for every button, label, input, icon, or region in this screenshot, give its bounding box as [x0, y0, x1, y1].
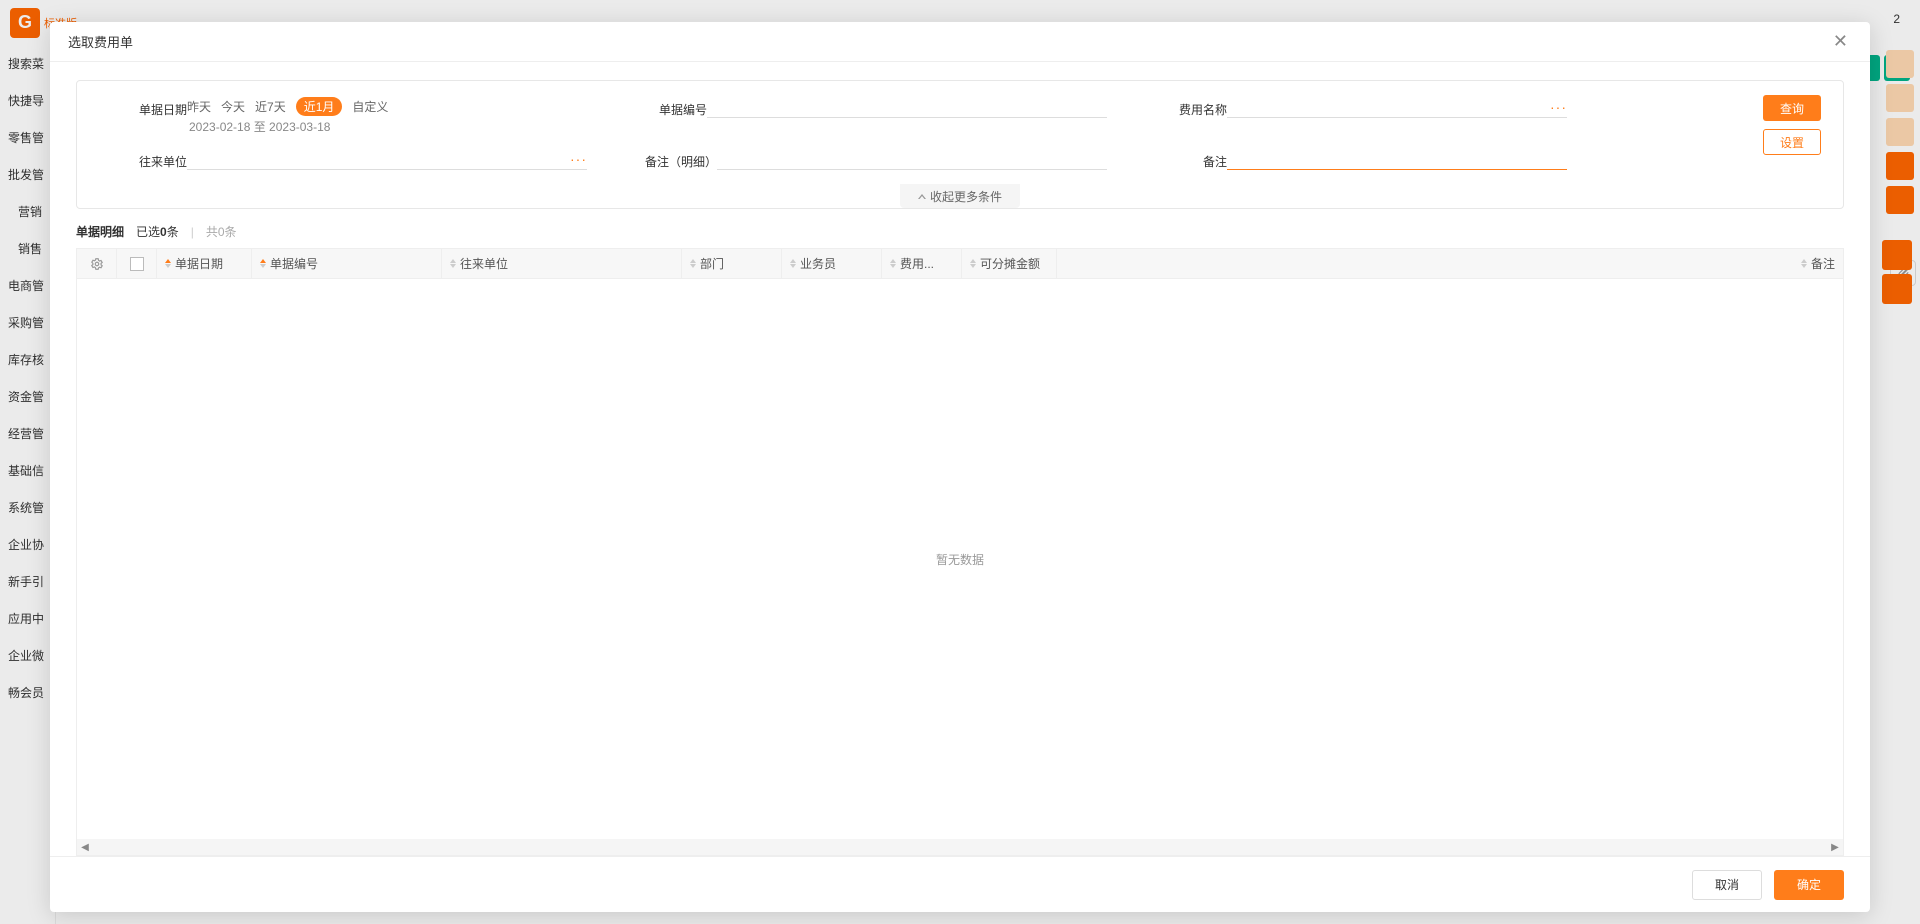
- doc-no-input[interactable]: [707, 97, 1107, 118]
- date-range-text: 2023-02-18 至 2023-03-18: [189, 118, 587, 135]
- sort-desc-icon: [790, 264, 796, 268]
- sort-asc-icon: [260, 259, 266, 263]
- sort-asc-icon: [690, 259, 696, 263]
- col-doc-date[interactable]: 单据日期: [157, 249, 252, 278]
- sort-desc-icon: [970, 264, 976, 268]
- fee-name-more-icon[interactable]: ···: [1550, 99, 1567, 115]
- confirm-button[interactable]: 确定: [1774, 870, 1844, 900]
- party-input[interactable]: [187, 149, 587, 170]
- modal-header: 选取费用单 ✕: [50, 22, 1870, 62]
- filter-actions: 查询 设置: [1763, 95, 1821, 155]
- detail-title: 单据明细: [76, 223, 124, 240]
- scroll-left-icon[interactable]: ◀: [79, 841, 91, 853]
- close-icon[interactable]: ✕: [1829, 31, 1852, 52]
- remark-label: 备注: [1147, 149, 1227, 170]
- table-settings-icon[interactable]: [77, 249, 117, 278]
- date-quick-lastmonth[interactable]: 近1月: [296, 97, 343, 116]
- sort-asc-icon: [790, 259, 796, 263]
- date-quick-custom[interactable]: 自定义: [352, 98, 388, 115]
- remark-input[interactable]: [1227, 149, 1567, 170]
- col-dept[interactable]: 部门: [682, 249, 782, 278]
- select-fee-modal: 选取费用单 ✕ 查询 设置 单据日期 昨天 今天: [50, 22, 1870, 912]
- party-more-icon[interactable]: ···: [570, 151, 587, 167]
- remark-detail-label: 备注（明细）: [627, 149, 717, 170]
- date-quick-picker: 昨天 今天 近7天 近1月 自定义: [187, 97, 587, 116]
- col-fee[interactable]: 费用...: [882, 249, 962, 278]
- fee-name-label: 费用名称: [1147, 97, 1227, 118]
- filter-remark: 备注: [1147, 149, 1567, 170]
- doc-no-label: 单据编号: [627, 97, 707, 118]
- date-quick-yesterday[interactable]: 昨天: [187, 98, 211, 115]
- modal-body: 查询 设置 单据日期 昨天 今天 近7天 近1月 自定义: [50, 62, 1870, 856]
- date-quick-today[interactable]: 今天: [221, 98, 245, 115]
- chevron-up-icon: [918, 194, 926, 199]
- filter-doc-no: 单据编号: [627, 97, 1107, 118]
- sort-desc-icon: [1801, 264, 1807, 268]
- date-quick-last7[interactable]: 近7天: [255, 98, 286, 115]
- horizontal-scrollbar[interactable]: ◀ ▶: [77, 839, 1843, 855]
- sort-desc-icon: [690, 264, 696, 268]
- sort-asc-icon: [1801, 259, 1807, 263]
- settings-button[interactable]: 设置: [1763, 129, 1821, 155]
- total-count: 共0条: [206, 223, 237, 240]
- modal-overlay: 选取费用单 ✕ 查询 设置 单据日期 昨天 今天: [0, 0, 1920, 924]
- filter-doc-date: 单据日期 昨天 今天 近7天 近1月 自定义 2023-02-18 至 2023…: [107, 97, 587, 135]
- doc-date-label: 单据日期: [107, 97, 187, 118]
- col-doc-code[interactable]: 单据编号: [252, 249, 442, 278]
- filter-remark-detail: 备注（明细）: [627, 149, 1107, 170]
- sort-asc-icon: [970, 259, 976, 263]
- modal-footer: 取消 确定: [50, 856, 1870, 912]
- selected-count: 已选0条: [136, 223, 179, 240]
- fee-name-input[interactable]: [1227, 97, 1567, 118]
- collapse-label: 收起更多条件: [930, 188, 1002, 205]
- filter-party: 往来单位 ···: [107, 149, 587, 170]
- col-partner[interactable]: 往来单位: [442, 249, 682, 278]
- table-empty: 暂无数据: [77, 279, 1843, 839]
- sort-asc-icon: [450, 259, 456, 263]
- scroll-right-icon[interactable]: ▶: [1829, 841, 1841, 853]
- sort-desc-icon: [260, 264, 266, 268]
- filter-panel: 查询 设置 单据日期 昨天 今天 近7天 近1月 自定义: [76, 80, 1844, 209]
- detail-header: 单据明细 已选0条 | 共0条: [76, 223, 1844, 240]
- filter-fee-name: 费用名称 ···: [1147, 97, 1567, 118]
- scroll-track[interactable]: [91, 842, 1829, 852]
- empty-text: 暂无数据: [936, 551, 984, 568]
- modal-title: 选取费用单: [68, 32, 133, 51]
- sort-desc-icon: [450, 264, 456, 268]
- result-table: 单据日期 单据编号 往来单位 部门: [76, 248, 1844, 856]
- select-all-checkbox[interactable]: [117, 249, 157, 278]
- collapse-conditions[interactable]: 收起更多条件: [900, 184, 1020, 208]
- remark-detail-input[interactable]: [717, 149, 1107, 170]
- col-allocatable-amount[interactable]: 可分摊金额: [962, 249, 1057, 278]
- party-label: 往来单位: [107, 149, 187, 170]
- sort-asc-icon: [165, 259, 171, 263]
- cancel-button[interactable]: 取消: [1692, 870, 1762, 900]
- table-header: 单据日期 单据编号 往来单位 部门: [77, 249, 1843, 279]
- sort-desc-icon: [890, 264, 896, 268]
- sort-asc-icon: [890, 259, 896, 263]
- col-remark[interactable]: 备注: [1057, 249, 1843, 278]
- sort-desc-icon: [165, 264, 171, 268]
- query-button[interactable]: 查询: [1763, 95, 1821, 121]
- col-biz[interactable]: 业务员: [782, 249, 882, 278]
